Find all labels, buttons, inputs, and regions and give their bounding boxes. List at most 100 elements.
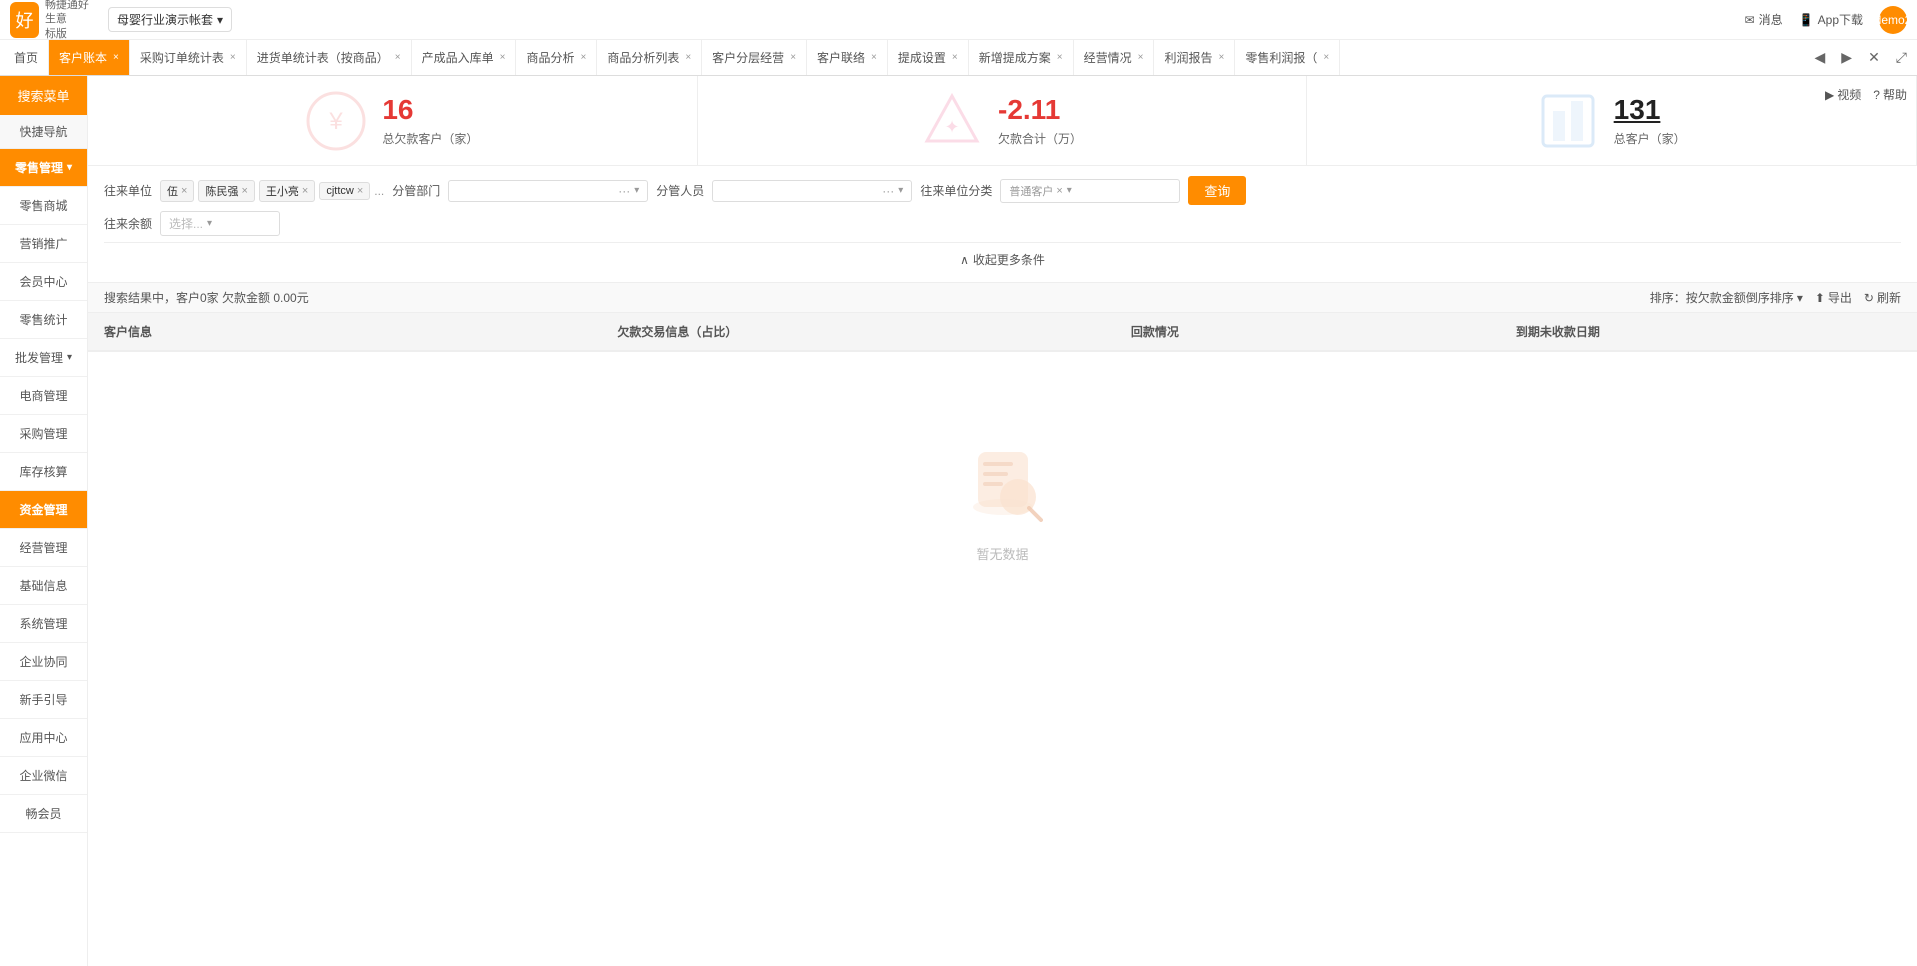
- chevron-down-icon: ▾: [207, 218, 212, 229]
- more-tags-button[interactable]: ...: [374, 184, 384, 198]
- person-select[interactable]: ··· ▾: [712, 180, 912, 202]
- remove-category-button[interactable]: ×: [1056, 185, 1062, 197]
- tab-close-all-button[interactable]: ✕: [1862, 49, 1886, 66]
- stat-value-total: 131: [1614, 94, 1686, 126]
- video-button[interactable]: ▶ 视频: [1825, 86, 1861, 103]
- balance-select[interactable]: 选择... ▾: [160, 211, 280, 236]
- tab-purchase-order-stats[interactable]: 采购订单统计表 ×: [130, 40, 247, 76]
- close-tab-icon[interactable]: ×: [790, 52, 796, 63]
- remove-tag-button[interactable]: ×: [357, 185, 363, 197]
- tab-product-inbound[interactable]: 产成品入库单 ×: [412, 40, 517, 76]
- tab-product-analysis-list[interactable]: 商品分析列表 ×: [597, 40, 702, 76]
- collapse-filter-button[interactable]: ∧ 收起更多条件: [944, 247, 1061, 272]
- unit-tag-4: cjttcw ×: [319, 182, 370, 200]
- stat-block-debt: ✦ -2.11 欠款合计（万）: [698, 76, 1308, 165]
- tab-maximize-button[interactable]: ⤢: [1890, 49, 1913, 66]
- stat-label-customers: 总欠款客户（家）: [382, 130, 478, 147]
- play-icon: ▶: [1825, 88, 1834, 102]
- company-select[interactable]: 母婴行业演示帐套 ▾: [108, 7, 232, 32]
- close-tab-icon[interactable]: ×: [952, 52, 958, 63]
- remove-tag-button[interactable]: ×: [181, 185, 187, 197]
- col-header-repayment: 回款情况: [1131, 323, 1516, 340]
- chevron-down-icon: ▾: [634, 185, 639, 196]
- table-area: 客户信息 欠款交易信息（占比） 回款情况 到期未收款日期: [88, 313, 1917, 966]
- tab-home[interactable]: 首页: [4, 40, 49, 76]
- stat-value-customers: 16: [382, 94, 478, 126]
- sidebar-item-operation[interactable]: 经营管理: [0, 529, 87, 567]
- tab-prev-button[interactable]: ◀: [1809, 49, 1832, 66]
- stat-label-total: 总客户（家）: [1614, 130, 1686, 147]
- sort-label: 排序：按欠款金额倒序排序 ▾: [1650, 289, 1803, 306]
- tab-profit-report[interactable]: 利润报告 ×: [1154, 40, 1235, 76]
- close-tab-icon[interactable]: ×: [871, 52, 877, 63]
- close-tab-icon[interactable]: ×: [685, 52, 691, 63]
- close-tab-icon[interactable]: ×: [1057, 52, 1063, 63]
- tab-add-commission[interactable]: 新增提成方案 ×: [969, 40, 1074, 76]
- sidebar-item-retail-stats[interactable]: 零售统计: [0, 301, 87, 339]
- avatar[interactable]: demo2: [1879, 6, 1907, 34]
- table-header: 客户信息 欠款交易信息（占比） 回款情况 到期未收款日期: [88, 313, 1917, 352]
- chevron-down-icon: ▾: [1067, 185, 1072, 196]
- message-button[interactable]: ✉ 消息: [1745, 11, 1783, 28]
- close-tab-icon[interactable]: ×: [500, 52, 506, 63]
- col-header-debt-info: 欠款交易信息（占比）: [617, 323, 1130, 340]
- search-button[interactable]: 查询: [1188, 176, 1246, 205]
- sidebar-search[interactable]: 搜索菜单: [0, 76, 87, 115]
- sidebar-item-retail-management[interactable]: 零售管理 ▾: [0, 149, 87, 187]
- sidebar-item-member-club[interactable]: 畅会员: [0, 795, 87, 833]
- close-tab-icon[interactable]: ×: [580, 52, 586, 63]
- tab-commission-settings[interactable]: 提成设置 ×: [888, 40, 969, 76]
- sidebar-item-basic-info[interactable]: 基础信息: [0, 567, 87, 605]
- close-tab-icon[interactable]: ×: [113, 52, 119, 63]
- col-header-customer: 客户信息: [104, 323, 617, 340]
- dept-select[interactable]: ··· ▾: [448, 180, 648, 202]
- close-tab-icon[interactable]: ×: [1323, 52, 1329, 63]
- chevron-down-icon: ▾: [898, 185, 903, 196]
- close-tab-icon[interactable]: ×: [395, 52, 401, 63]
- sidebar-item-member-center[interactable]: 会员中心: [0, 263, 87, 301]
- category-filter-label: 往来单位分类: [920, 182, 992, 199]
- tab-retail-profit[interactable]: 零售利润报（ ×: [1235, 40, 1340, 76]
- app-download-button[interactable]: 📱 App下载: [1799, 11, 1863, 28]
- remove-tag-button[interactable]: ×: [302, 185, 308, 197]
- help-button[interactable]: ? 帮助: [1873, 86, 1907, 103]
- balance-filter-label: 往来余额: [104, 215, 152, 232]
- sidebar-item-beginner-guide[interactable]: 新手引导: [0, 681, 87, 719]
- chevron-icon: ▾: [67, 352, 72, 363]
- tab-customer-account[interactable]: 客户账本 ×: [49, 40, 130, 76]
- stat-label-debt: 欠款合计（万）: [998, 130, 1082, 147]
- tab-operation[interactable]: 经营情况 ×: [1074, 40, 1155, 76]
- remove-tag-button[interactable]: ×: [241, 185, 247, 197]
- refresh-button[interactable]: ↻ 刷新: [1864, 289, 1901, 306]
- close-tab-icon[interactable]: ×: [230, 52, 236, 63]
- sidebar-item-enterprise-collab[interactable]: 企业协同: [0, 643, 87, 681]
- sidebar-item-wholesale[interactable]: 批发管理 ▾: [0, 339, 87, 377]
- sidebar-item-finance[interactable]: 资金管理: [0, 491, 87, 529]
- sidebar-item-app-center[interactable]: 应用中心: [0, 719, 87, 757]
- export-button[interactable]: ⬆ 导出: [1815, 289, 1852, 306]
- sidebar-item-ecommerce[interactable]: 电商管理: [0, 377, 87, 415]
- sidebar: 搜索菜单 快捷导航 零售管理 ▾ 零售商城 营销推广 会员中心 零售统计 批: [0, 76, 88, 966]
- more-options-icon: ···: [618, 184, 630, 198]
- tab-customer-contact[interactable]: 客户联络 ×: [807, 40, 888, 76]
- sidebar-item-inventory[interactable]: 库存核算: [0, 453, 87, 491]
- category-select[interactable]: 普通客户 × ▾: [1000, 179, 1180, 203]
- sidebar-item-marketing[interactable]: 营销推广: [0, 225, 87, 263]
- sidebar-item-system[interactable]: 系统管理: [0, 605, 87, 643]
- sidebar-item-retail-mall[interactable]: 零售商城: [0, 187, 87, 225]
- tab-next-button[interactable]: ▶: [1835, 49, 1858, 66]
- tab-customer-layer[interactable]: 客户分层经营 ×: [702, 40, 807, 76]
- tab-product-analysis[interactable]: 商品分析 ×: [516, 40, 597, 76]
- sidebar-item-enterprise-wechat[interactable]: 企业微信: [0, 757, 87, 795]
- empty-text: 暂无数据: [976, 544, 1028, 563]
- unit-tag-3: 王小亮 ×: [259, 180, 315, 202]
- tab-inbound-stats[interactable]: 进货单统计表（按商品） ×: [247, 40, 412, 76]
- sidebar-item-purchase[interactable]: 采购管理: [0, 415, 87, 453]
- debt-icon: ✦: [922, 91, 982, 151]
- close-tab-icon[interactable]: ×: [1218, 52, 1224, 63]
- tab-bar: 首页 客户账本 × 采购订单统计表 × 进货单统计表（按商品） × 产成品入库单…: [0, 40, 1917, 76]
- category-tag: 普通客户 ×: [1009, 183, 1062, 199]
- tab-nav-controls: ◀ ▶ ✕ ⤢: [1809, 49, 1914, 66]
- close-tab-icon[interactable]: ×: [1138, 52, 1144, 63]
- sidebar-nav[interactable]: 快捷导航: [0, 115, 87, 149]
